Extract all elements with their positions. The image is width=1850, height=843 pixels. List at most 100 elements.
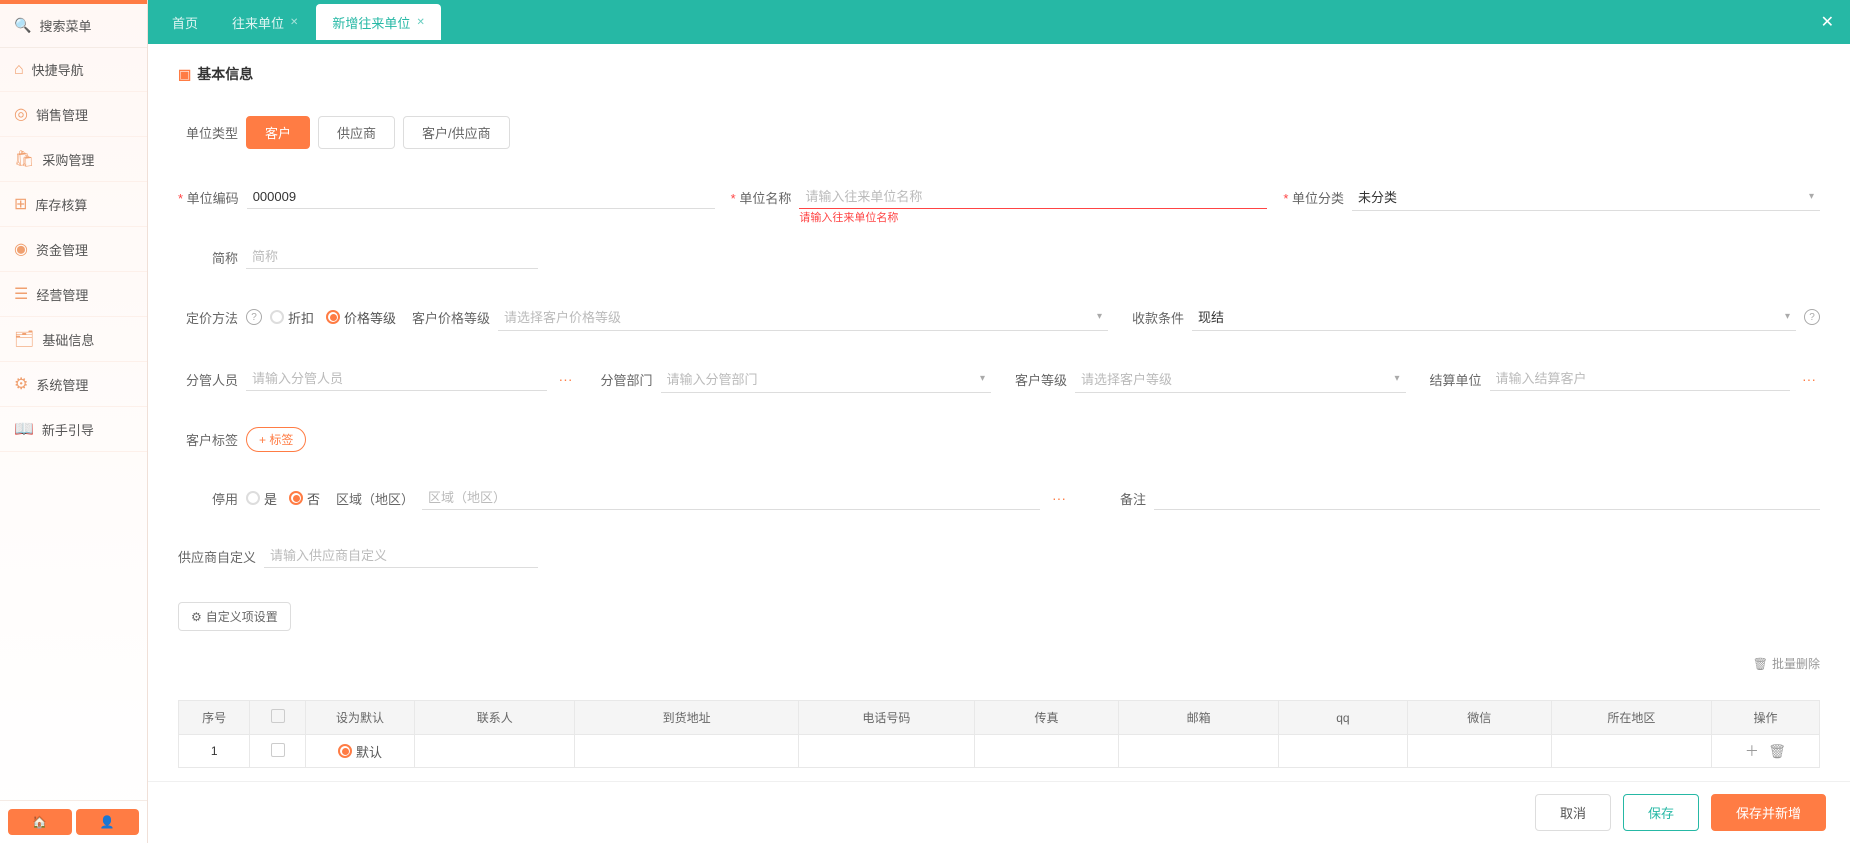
- row-default-radio[interactable]: 默认: [316, 742, 404, 761]
- manager-row: 分管人员 ··· 分管部门 请输入分管部门 ▾ 客户等级 请选择客户等级 ▾: [178, 365, 1820, 393]
- row-default-label: 默认: [356, 742, 382, 761]
- col-action: 操作: [1711, 701, 1819, 735]
- row-email: [1119, 735, 1279, 768]
- col-wechat: 微信: [1407, 701, 1551, 735]
- tab-new-contact[interactable]: 新增往来单位 ✕: [316, 4, 440, 40]
- row-email-input[interactable]: [1159, 744, 1239, 759]
- tabbar-close-btn[interactable]: ✕: [1813, 8, 1842, 36]
- sidebar-item-label: 资金管理: [36, 240, 88, 259]
- row-delete-icon[interactable]: 🗑: [1768, 743, 1786, 759]
- sidebar-item-label: 库存核算: [35, 195, 87, 214]
- price-level-arrow-icon: ▾: [1097, 311, 1102, 322]
- sidebar-item-purchase[interactable]: 🛍 采购管理: [0, 137, 147, 182]
- radio-stop-yes[interactable]: 是: [246, 489, 277, 508]
- save-new-button[interactable]: 保存并新增: [1711, 794, 1826, 831]
- unit-code-input[interactable]: [247, 185, 715, 209]
- tag-add-btn[interactable]: + 标签: [246, 427, 306, 452]
- radio-stop-no[interactable]: 否: [289, 489, 320, 508]
- row-add-icon[interactable]: ＋: [1745, 743, 1759, 759]
- settlement-more-btn[interactable]: ···: [1798, 369, 1820, 389]
- type-btn-both[interactable]: 客户/供应商: [403, 116, 510, 149]
- col-seq: 序号: [179, 701, 250, 735]
- row-default-cell: 默认: [305, 735, 414, 768]
- row-address: [575, 735, 799, 768]
- payment-terms-select[interactable]: 现结 ▾: [1192, 303, 1796, 331]
- pricing-row: 定价方法 ? 折扣 价格等级 客户价格等级 请选择客户价格等级: [178, 303, 1820, 331]
- table-header-checkbox[interactable]: [271, 709, 285, 723]
- save-button[interactable]: 保存: [1623, 794, 1699, 831]
- short-name-input[interactable]: [246, 245, 538, 269]
- row-contact-input[interactable]: [455, 744, 535, 759]
- row-phone-input[interactable]: [841, 744, 931, 759]
- unit-category-label: 单位分类: [1283, 188, 1344, 207]
- home-icon: ⌂: [14, 61, 24, 79]
- sidebar-item-guide[interactable]: 📖 新手引导: [0, 407, 147, 452]
- unit-category-value: 未分类: [1358, 187, 1809, 206]
- unit-category-select[interactable]: 未分类 ▾: [1352, 183, 1820, 211]
- row-qq-input[interactable]: [1313, 744, 1373, 759]
- pricing-radio-group: 折扣 价格等级: [270, 308, 396, 327]
- custom-settings-btn[interactable]: ⚙ 自定义项设置: [178, 602, 291, 631]
- manager-more-btn[interactable]: ···: [555, 369, 577, 389]
- row-region-input[interactable]: [1591, 744, 1671, 759]
- tab-contacts-close-icon[interactable]: ✕: [290, 17, 298, 28]
- sidebar-item-label: 新手引导: [42, 420, 94, 439]
- short-name-group: 简称: [178, 245, 538, 269]
- custom-settings-label: 自定义项设置: [206, 608, 278, 625]
- tab-home-label: 首页: [172, 13, 198, 32]
- region-more-btn[interactable]: ···: [1048, 488, 1070, 508]
- row-region: [1551, 735, 1711, 768]
- unit-name-input[interactable]: [799, 185, 1267, 209]
- row-wechat-input[interactable]: [1444, 744, 1514, 759]
- supplier-custom-input[interactable]: [264, 544, 538, 568]
- sidebar-item-finance[interactable]: ◉ 资金管理: [0, 227, 147, 272]
- sidebar-item-system[interactable]: ⚙ 系统管理: [0, 362, 147, 407]
- settlement-input[interactable]: [1490, 367, 1791, 391]
- tab-home[interactable]: 首页: [156, 4, 214, 40]
- remark-input[interactable]: [1154, 486, 1820, 510]
- radio-price-level[interactable]: 价格等级: [326, 308, 396, 327]
- department-select[interactable]: 请输入分管部门 ▾: [661, 365, 992, 393]
- sidebar-item-quick-nav[interactable]: ⌂ 快捷导航: [0, 48, 147, 92]
- row-address-input[interactable]: [627, 744, 747, 759]
- radio-discount[interactable]: 折扣: [270, 308, 314, 327]
- region-input[interactable]: [422, 486, 1040, 510]
- type-btn-supplier[interactable]: 供应商: [318, 116, 395, 149]
- remark-label: 备注: [1086, 489, 1146, 508]
- search-icon: 🔍: [14, 17, 31, 34]
- sidebar-item-inventory[interactable]: ⊞ 库存核算: [0, 182, 147, 227]
- remark-group: 备注: [1086, 486, 1820, 510]
- customer-level-select[interactable]: 请选择客户等级 ▾: [1075, 365, 1406, 393]
- guide-icon: 📖: [14, 419, 34, 439]
- sidebar-item-basic-info[interactable]: 🗂 基础信息: [0, 317, 147, 362]
- customer-price-level-select[interactable]: 请选择客户价格等级 ▾: [498, 303, 1108, 331]
- tab-new-contact-close-icon[interactable]: ✕: [416, 17, 424, 28]
- cancel-button[interactable]: 取消: [1535, 794, 1611, 831]
- sidebar-item-sales[interactable]: ◎ 销售管理: [0, 92, 147, 137]
- tab-bar: 首页 往来单位 ✕ 新增往来单位 ✕ ✕: [148, 0, 1850, 44]
- sidebar-home-btn[interactable]: 🏠: [8, 809, 72, 835]
- pricing-method-group: 定价方法 ? 折扣 价格等级: [178, 308, 396, 327]
- payment-terms-help-icon[interactable]: ?: [1804, 309, 1820, 325]
- type-btn-customer[interactable]: 客户: [246, 116, 310, 149]
- batch-delete-label: 批量删除: [1772, 655, 1820, 672]
- tab-contacts[interactable]: 往来单位 ✕: [216, 4, 314, 40]
- unit-name-error: 请输入往来单位名称: [799, 209, 898, 225]
- row-fax-input[interactable]: [1011, 744, 1081, 759]
- col-contact: 联系人: [415, 701, 575, 735]
- customer-tag-label: 客户标签: [178, 430, 238, 449]
- customer-level-arrow-icon: ▾: [1394, 373, 1399, 384]
- radio-price-level-label: 价格等级: [344, 308, 396, 327]
- code-name-category-row: 单位编码 单位名称 请输入往来单位名称 单位分类 未分类 ▾: [178, 183, 1820, 211]
- sidebar-item-label: 经营管理: [36, 285, 88, 304]
- row-checkbox[interactable]: [271, 743, 285, 757]
- sales-icon: ◎: [14, 104, 28, 124]
- sidebar-item-operations[interactable]: ☰ 经营管理: [0, 272, 147, 317]
- sidebar-search[interactable]: 🔍 搜索菜单: [0, 4, 147, 48]
- pricing-help-icon[interactable]: ?: [246, 309, 262, 325]
- sidebar-user-btn[interactable]: 👤: [76, 809, 140, 835]
- manager-input[interactable]: [246, 367, 547, 391]
- radio-discount-label: 折扣: [288, 308, 314, 327]
- batch-delete-btn[interactable]: 🗑 批量删除: [1753, 655, 1820, 672]
- col-qq: qq: [1279, 701, 1407, 735]
